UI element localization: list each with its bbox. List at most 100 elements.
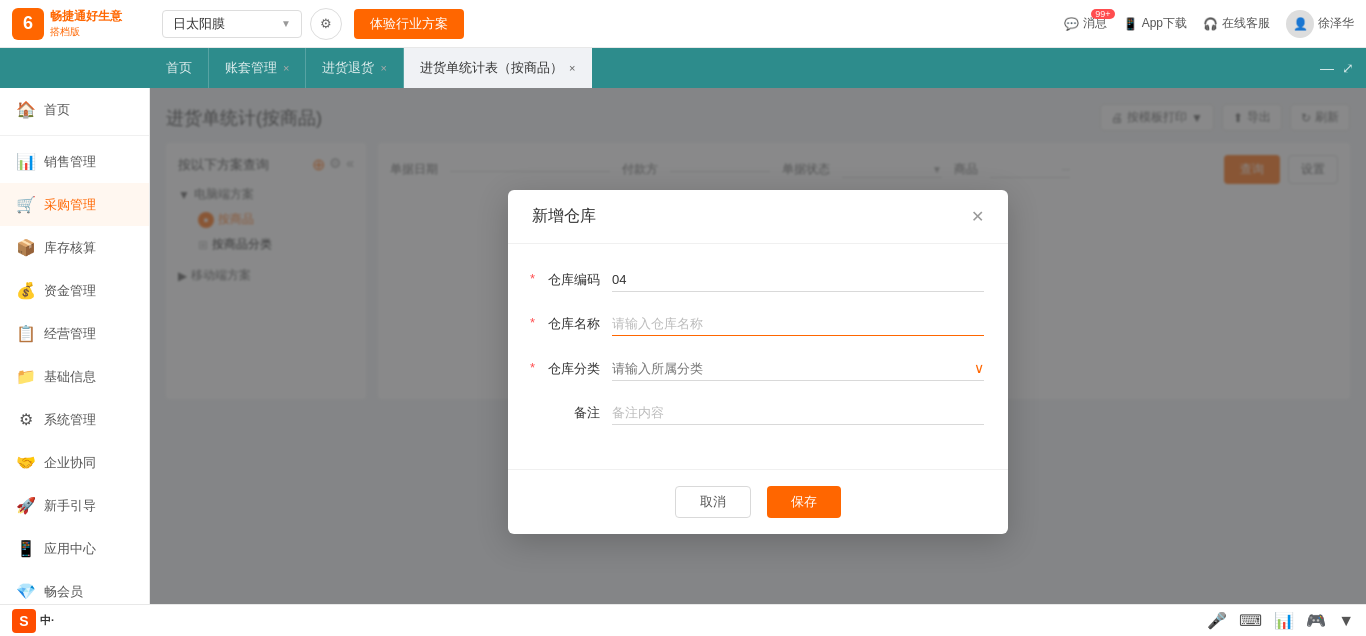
tab-purchase-stats-close[interactable]: × <box>569 62 575 74</box>
sidebar-label-sales: 销售管理 <box>44 153 96 171</box>
enterprise-icon: 🤝 <box>16 453 36 472</box>
modal-add-warehouse: 新增仓库 ✕ 仓库编码 仓库名称 仓库分类 <box>508 190 1008 534</box>
category-label: 仓库分类 <box>532 360 612 378</box>
message-badge: 99+ <box>1091 9 1114 19</box>
tab-minimize-icon[interactable]: — <box>1320 60 1334 76</box>
top-header: 6 畅捷通好生意 搭档版 日太阳膜 ▼ ⚙ 体验行业方案 💬 消息 99+ 📱 … <box>0 0 1366 48</box>
gamepad-icon[interactable]: 🎮 <box>1306 611 1326 630</box>
cancel-button[interactable]: 取消 <box>675 486 751 518</box>
tab-purchase-return-label: 进货退货 <box>322 59 374 77</box>
store-selector[interactable]: 日太阳膜 ▼ <box>162 10 302 38</box>
sidebar-label-vip: 畅会员 <box>44 583 83 601</box>
main-layout: 🏠 首页 📊 销售管理 🛒 采购管理 📦 库存核算 💰 资金管理 📋 经营管理 … <box>0 88 1366 636</box>
modal-close-button[interactable]: ✕ <box>971 207 984 226</box>
chart-icon[interactable]: 📊 <box>1274 611 1294 630</box>
note-input[interactable] <box>612 401 984 425</box>
sidebar-item-system[interactable]: ⚙ 系统管理 <box>0 398 149 441</box>
phone-icon: 📱 <box>1123 17 1138 31</box>
sidebar-label-basic-info: 基础信息 <box>44 368 96 386</box>
sidebar-label-system: 系统管理 <box>44 411 96 429</box>
modal-body: 仓库编码 仓库名称 仓库分类 ∨ <box>508 244 1008 469</box>
form-row-note: 备注 <box>532 401 984 425</box>
sidebar-label-guide: 新手引导 <box>44 497 96 515</box>
message-item[interactable]: 💬 消息 99+ <box>1064 15 1107 32</box>
category-select[interactable]: ∨ <box>612 356 984 381</box>
sidebar-item-app[interactable]: 📱 应用中心 <box>0 527 149 570</box>
logo-area: 6 畅捷通好生意 搭档版 <box>12 8 162 40</box>
category-dropdown-icon: ∨ <box>974 360 984 376</box>
brand-text: 中· <box>40 613 54 628</box>
gear-button[interactable]: ⚙ <box>310 8 342 40</box>
tab-purchase-return-close[interactable]: × <box>380 62 386 74</box>
online-service-item[interactable]: 🎧 在线客服 <box>1203 15 1270 32</box>
content-area: 进货单统计(按商品) 🖨 按模板打印 ▼ ⬆ 导出 ↻ 刷新 <box>150 88 1366 636</box>
brand-area: S 中· <box>12 609 54 633</box>
user-item[interactable]: 👤 徐泽华 <box>1286 10 1354 38</box>
sidebar-label-finance: 资金管理 <box>44 282 96 300</box>
sidebar-item-basic-info[interactable]: 📁 基础信息 <box>0 355 149 398</box>
save-button[interactable]: 保存 <box>767 486 841 518</box>
sidebar-item-guide[interactable]: 🚀 新手引导 <box>0 484 149 527</box>
form-row-name: 仓库名称 <box>532 312 984 336</box>
sidebar-label-enterprise: 企业协同 <box>44 454 96 472</box>
sidebar-item-enterprise[interactable]: 🤝 企业协同 <box>0 441 149 484</box>
tab-expand-icon[interactable]: ⤢ <box>1342 60 1354 76</box>
tab-account-label: 账套管理 <box>225 59 277 77</box>
tab-bar: 首页 账套管理 × 进货退货 × 进货单统计表（按商品） × — ⤢ <box>0 48 1366 88</box>
divider-1 <box>0 135 149 136</box>
brand-logo: S <box>12 609 36 633</box>
sidebar-item-operations[interactable]: 📋 经营管理 <box>0 312 149 355</box>
tab-purchase-return[interactable]: 进货退货 × <box>306 48 403 88</box>
category-input[interactable] <box>612 361 974 376</box>
sidebar-label-app: 应用中心 <box>44 540 96 558</box>
sidebar-item-finance[interactable]: 💰 资金管理 <box>0 269 149 312</box>
logo-text: 畅捷通好生意 搭档版 <box>50 8 122 39</box>
name-input[interactable] <box>612 312 984 336</box>
modal-overlay: 新增仓库 ✕ 仓库编码 仓库名称 仓库分类 <box>150 88 1366 636</box>
app-download-label: App下载 <box>1142 15 1187 32</box>
form-row-category: 仓库分类 ∨ <box>532 356 984 381</box>
trial-button[interactable]: 体验行业方案 <box>354 9 464 39</box>
purchase-icon: 🛒 <box>16 195 36 214</box>
modal-header: 新增仓库 ✕ <box>508 190 1008 244</box>
keyboard-icon[interactable]: ⌨ <box>1239 611 1262 630</box>
header-right: 💬 消息 99+ 📱 App下载 🎧 在线客服 👤 徐泽华 <box>1064 10 1354 38</box>
sidebar-label-purchase: 采购管理 <box>44 196 96 214</box>
tab-account-close[interactable]: × <box>283 62 289 74</box>
sidebar: 🏠 首页 📊 销售管理 🛒 采购管理 📦 库存核算 💰 资金管理 📋 经营管理 … <box>0 88 150 636</box>
modal-footer: 取消 保存 <box>508 469 1008 534</box>
tab-purchase-stats[interactable]: 进货单统计表（按商品） × <box>404 48 592 88</box>
name-label: 仓库名称 <box>532 315 612 333</box>
sidebar-item-sales[interactable]: 📊 销售管理 <box>0 140 149 183</box>
tab-home[interactable]: 首页 <box>150 48 209 88</box>
vip-icon: 💎 <box>16 582 36 601</box>
microphone-icon[interactable]: 🎤 <box>1207 611 1227 630</box>
chevron-down-icon: ▼ <box>281 18 291 29</box>
tab-home-label: 首页 <box>166 59 192 77</box>
store-name: 日太阳膜 <box>173 15 277 33</box>
tab-actions: — ⤢ <box>1320 60 1366 76</box>
sidebar-item-inventory[interactable]: 📦 库存核算 <box>0 226 149 269</box>
operations-icon: 📋 <box>16 324 36 343</box>
system-icon: ⚙ <box>16 410 36 429</box>
guide-icon: 🚀 <box>16 496 36 515</box>
sidebar-item-home[interactable]: 🏠 首页 <box>0 88 149 131</box>
user-name: 徐泽华 <box>1318 15 1354 32</box>
avatar: 👤 <box>1286 10 1314 38</box>
app-download-item[interactable]: 📱 App下载 <box>1123 15 1187 32</box>
sales-icon: 📊 <box>16 152 36 171</box>
modal-title: 新增仓库 <box>532 206 596 227</box>
tab-purchase-stats-label: 进货单统计表（按商品） <box>420 59 563 77</box>
app-icon: 📱 <box>16 539 36 558</box>
inventory-icon: 📦 <box>16 238 36 257</box>
sidebar-label-inventory: 库存核算 <box>44 239 96 257</box>
sidebar-label-operations: 经营管理 <box>44 325 96 343</box>
tab-account[interactable]: 账套管理 × <box>209 48 306 88</box>
sidebar-item-purchase[interactable]: 🛒 采购管理 <box>0 183 149 226</box>
code-input[interactable] <box>612 268 984 292</box>
note-label: 备注 <box>532 404 612 422</box>
finance-icon: 💰 <box>16 281 36 300</box>
message-icon: 💬 <box>1064 17 1079 31</box>
headset-icon: 🎧 <box>1203 17 1218 31</box>
arrow-down-icon[interactable]: ▼ <box>1338 612 1354 630</box>
